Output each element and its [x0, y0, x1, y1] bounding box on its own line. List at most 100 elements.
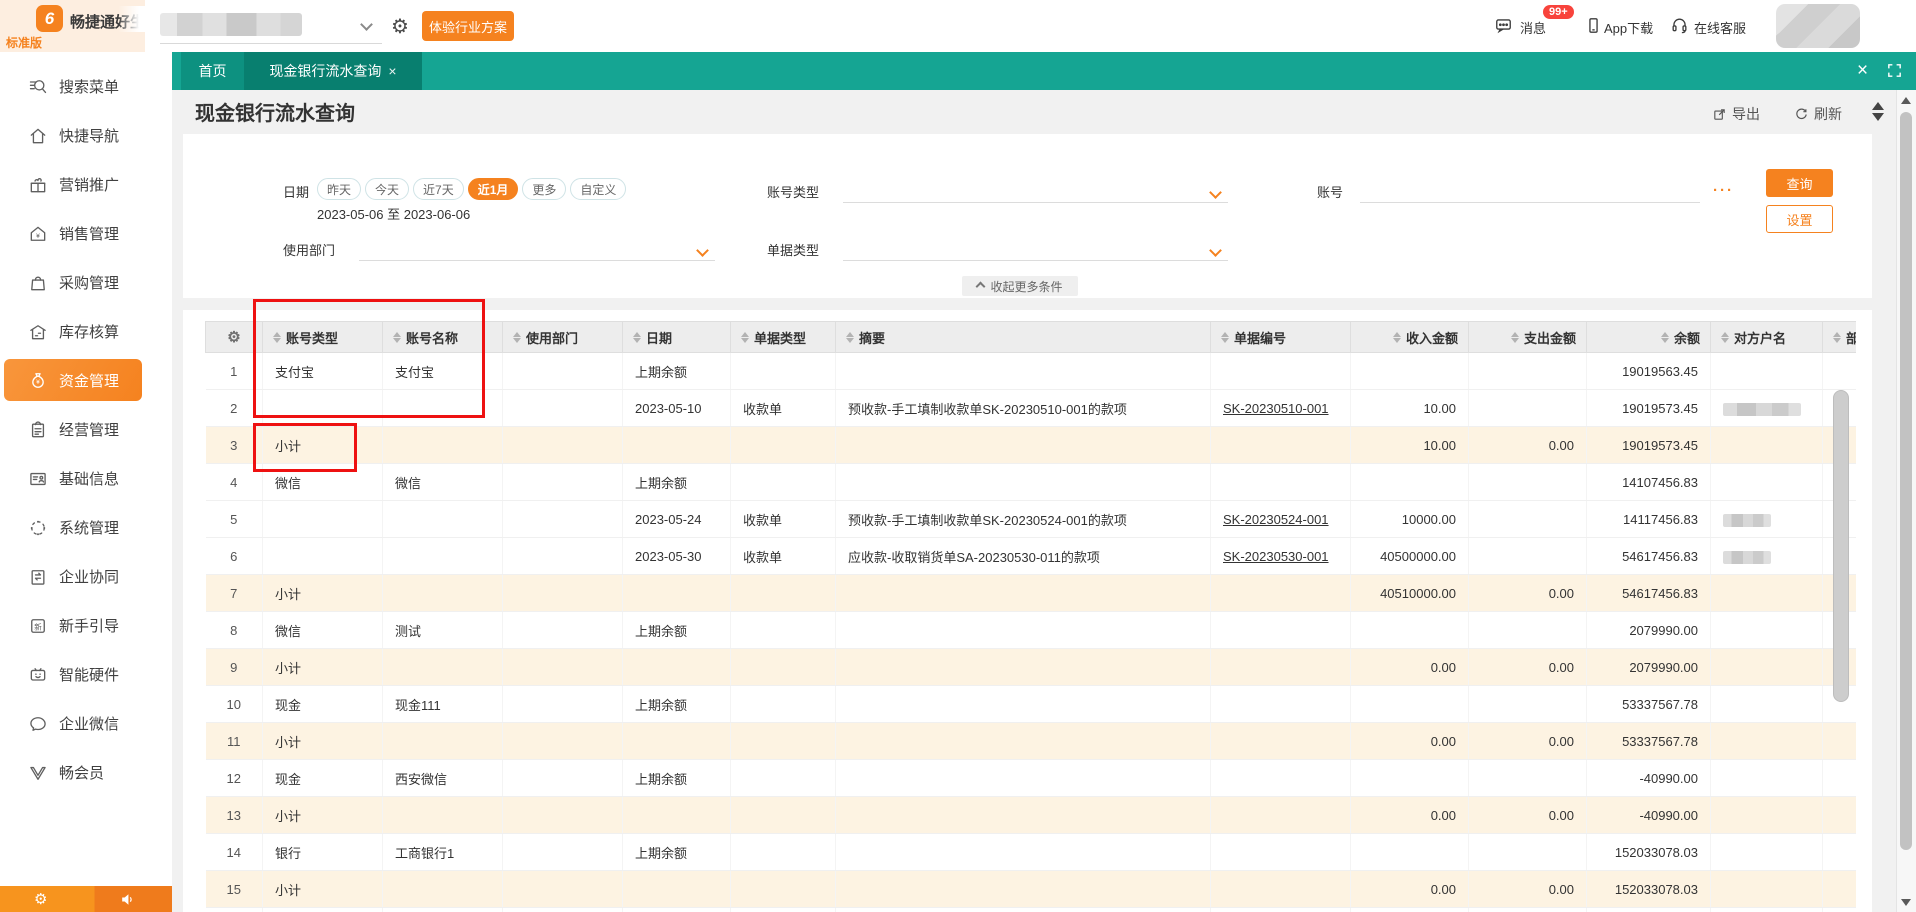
gear-icon[interactable]: ⚙: [391, 14, 409, 39]
column-header-summary[interactable]: 摘要: [835, 321, 1211, 353]
sidebar-item-smart-tv[interactable]: 智能硬件: [0, 650, 172, 699]
more-options-ellipsis[interactable]: ···: [1713, 182, 1734, 199]
table-row-subtotal[interactable]: 7 小计 40510000.00 0.00 54617456.83: [205, 574, 1856, 612]
online-service-link[interactable]: 在线客服: [1694, 18, 1746, 37]
table-row-subtotal[interactable]: 9 小计 0.00 0.00 2079990.00: [205, 648, 1856, 686]
sidebar-item-search-menu[interactable]: 搜索菜单: [0, 62, 172, 111]
refresh-button[interactable]: 刷新: [1794, 104, 1842, 124]
table-row-subtotal[interactable]: 15 小计 0.00 0.00 152033078.03: [205, 870, 1856, 908]
avatar[interactable]: [1776, 4, 1860, 48]
date-pill[interactable]: 今天: [365, 178, 410, 200]
table-row[interactable]: 8 微信 测试 上期余额 2079990.00: [205, 611, 1856, 649]
sort-icon[interactable]: [1510, 331, 1519, 343]
column-header-doc[interactable]: 单据类型: [730, 321, 836, 353]
dept-select[interactable]: [359, 236, 715, 261]
table-row-subtotal[interactable]: 13 小计 0.00 0.00 -40990.00: [205, 796, 1856, 834]
fullscreen-icon[interactable]: [1886, 62, 1903, 79]
table-row[interactable]: 1 支付宝 支付宝 上期余额 19019563.45: [205, 352, 1856, 390]
date-range-value[interactable]: 2023-05-06 至 2023-06-06: [317, 204, 470, 223]
sidebar-item-new-badge[interactable]: 新 新手引导: [0, 601, 172, 650]
date-pill[interactable]: 近7天: [413, 178, 464, 200]
sidebar-item-clipboard[interactable]: 经营管理: [0, 405, 172, 454]
sidebar-item-wechat[interactable]: 企业微信: [0, 699, 172, 748]
phone-icon[interactable]: [1584, 16, 1603, 35]
doc-number-link[interactable]: SK-20230524-001: [1223, 512, 1329, 527]
date-pill[interactable]: 昨天: [317, 178, 362, 200]
doc-type-select[interactable]: [843, 236, 1228, 261]
tab-home[interactable]: 首页: [181, 52, 244, 90]
sidebar-item-gift[interactable]: 营销推广: [0, 160, 172, 209]
company-name-blurred[interactable]: [160, 13, 302, 36]
column-header-dept[interactable]: 使用部门: [502, 321, 623, 353]
table-row[interactable]: 12 现金 西安微信 上期余额 -40990.00: [205, 759, 1856, 797]
settings-button[interactable]: 设置: [1766, 205, 1833, 233]
speaker-icon[interactable]: [120, 891, 137, 908]
message-icon[interactable]: [1494, 16, 1513, 35]
table-scrollbar-thumb[interactable]: [1833, 390, 1849, 702]
sort-icon[interactable]: [513, 331, 521, 343]
sidebar-item-id-card[interactable]: 基础信息: [0, 454, 172, 503]
column-header-date[interactable]: 日期: [622, 321, 731, 353]
table-row[interactable]: 16银行AAA 上期余额 13.00: [205, 907, 1856, 912]
sort-icon[interactable]: [1221, 331, 1229, 343]
tab-cash-bank-flow[interactable]: 现金银行流水查询 ×: [244, 52, 422, 90]
sort-icon[interactable]: [1660, 331, 1669, 343]
column-header-balance[interactable]: 余额: [1586, 321, 1711, 353]
sidebar-item-system-dots[interactable]: 系统管理: [0, 503, 172, 552]
sort-icon[interactable]: [633, 331, 641, 343]
doc-number-link[interactable]: SK-20230510-001: [1223, 401, 1329, 416]
sidebar-item-member-v[interactable]: 畅会员: [0, 748, 172, 797]
account-type-select[interactable]: [843, 178, 1228, 203]
sidebar-item-money-bag[interactable]: ¥ 资金管理: [4, 359, 142, 401]
scroll-down-icon[interactable]: [1901, 899, 1911, 906]
sort-icon[interactable]: [846, 331, 854, 343]
trial-solution-button[interactable]: 体验行业方案: [422, 11, 514, 41]
column-header-expense[interactable]: 支出金额: [1468, 321, 1587, 353]
query-button[interactable]: 查询: [1766, 169, 1833, 197]
footer-gear-icon[interactable]: ⚙: [34, 890, 47, 908]
page-scrollbar-thumb[interactable]: [1900, 112, 1912, 850]
doc-number-link[interactable]: SK-20230530-001: [1223, 549, 1329, 564]
chevron-down-icon[interactable]: [360, 18, 373, 31]
column-header-docno[interactable]: 单据编号: [1210, 321, 1351, 353]
scroll-up-icon[interactable]: [1901, 97, 1911, 104]
table-row[interactable]: 6 2023-05-30 收款单 应收款-收取销货单SA-20230530-011的款…: [205, 537, 1856, 575]
sort-icon[interactable]: [741, 331, 749, 343]
sort-icon[interactable]: [1392, 331, 1401, 343]
sidebar-item-warehouse[interactable]: 库存核算: [0, 307, 172, 356]
table-row-subtotal[interactable]: 11 小计 0.00 0.00 53337567.78: [205, 722, 1856, 760]
column-header-income[interactable]: 收入金额: [1350, 321, 1469, 353]
date-pill[interactable]: 更多: [522, 178, 567, 200]
column-settings-header[interactable]: ⚙: [205, 321, 263, 353]
close-all-tabs-icon[interactable]: ×: [1857, 60, 1868, 82]
app-download-link[interactable]: App下载: [1604, 18, 1653, 37]
export-button[interactable]: 导出: [1712, 104, 1760, 124]
panel-collapse-control[interactable]: [1872, 102, 1884, 121]
column-header-party[interactable]: 对方户名: [1710, 321, 1823, 353]
sidebar-item-shopping-bag[interactable]: 采购管理: [0, 258, 172, 307]
sidebar-item-sales-house[interactable]: ¥ 销售管理: [0, 209, 172, 258]
column-header-extra[interactable]: 部门: [1822, 321, 1856, 353]
date-pill[interactable]: 自定义: [570, 178, 627, 200]
account-input[interactable]: [1360, 178, 1700, 203]
sort-icon[interactable]: [273, 331, 281, 343]
sidebar-item-collab-board[interactable]: 企业协同: [0, 552, 172, 601]
sidebar-item-home[interactable]: 快捷导航: [0, 111, 172, 160]
headset-icon[interactable]: [1670, 16, 1689, 35]
tab-close-icon[interactable]: ×: [388, 63, 396, 79]
table-row[interactable]: 10 现金 现金111 上期余额 53337567.78: [205, 685, 1856, 723]
table-row[interactable]: 5 2023-05-24 收款单 预收款-手工填制收款单SK-20230524-001…: [205, 500, 1856, 538]
gear-icon[interactable]: ⚙: [216, 328, 252, 346]
table-row-subtotal[interactable]: 3 小计 10.00 0.00 19019573.45: [205, 426, 1856, 464]
table-row[interactable]: 14 银行 工商银行1 上期余额 152033078.03: [205, 833, 1856, 871]
sort-icon[interactable]: [393, 331, 401, 343]
column-header-type[interactable]: 账号类型: [262, 321, 383, 353]
sort-icon[interactable]: [1833, 331, 1841, 343]
collapse-more-conditions[interactable]: 收起更多条件: [962, 276, 1078, 296]
messages-link[interactable]: 消息: [1520, 18, 1546, 37]
table-row[interactable]: 2 2023-05-10 收款单 预收款-手工填制收款单SK-20230510-001…: [205, 389, 1856, 427]
column-header-name[interactable]: 账号名称: [382, 321, 503, 353]
table-row[interactable]: 4 微信 微信 上期余额 14107456.83: [205, 463, 1856, 501]
date-pill[interactable]: 近1月: [467, 178, 519, 200]
sort-icon[interactable]: [1721, 331, 1729, 343]
